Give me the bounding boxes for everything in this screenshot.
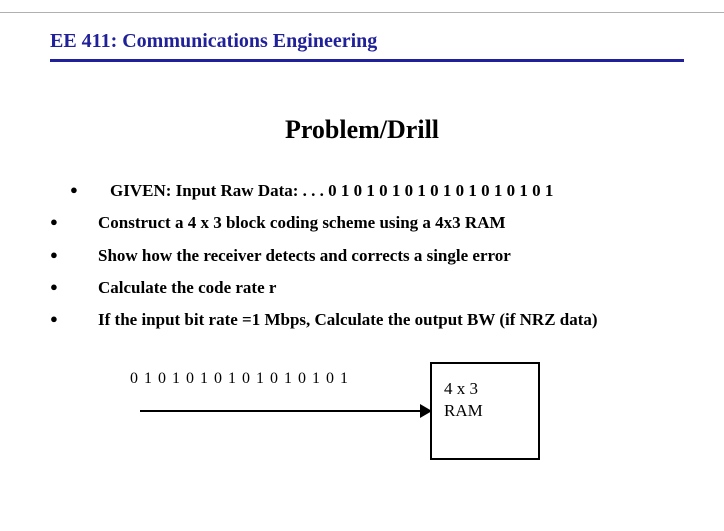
arrow-line [140, 410, 425, 412]
bullet-item: GIVEN: Input Raw Data: . . . 0 1 0 1 0 1… [50, 175, 684, 207]
diagram: 0 1 0 1 0 1 0 1 0 1 0 1 0 1 0 1 4 x 3 RA… [130, 370, 600, 490]
header: EE 411: Communications Engineering [50, 30, 684, 62]
bullet-item: Construct a 4 x 3 block coding scheme us… [50, 207, 684, 239]
bullet-item: Show how the receiver detects and correc… [50, 240, 684, 272]
bullet-item: Calculate the code rate r [50, 272, 684, 304]
top-divider [0, 12, 724, 13]
ram-box: 4 x 3 RAM [430, 362, 540, 460]
title-underline [50, 59, 684, 62]
page-title: Problem/Drill [0, 115, 724, 145]
input-bitstream: 0 1 0 1 0 1 0 1 0 1 0 1 0 1 0 1 [130, 370, 349, 388]
bullet-list: GIVEN: Input Raw Data: . . . 0 1 0 1 0 1… [50, 175, 684, 336]
course-title: EE 411: Communications Engineering [50, 30, 684, 59]
bullet-item: If the input bit rate =1 Mbps, Calculate… [50, 304, 684, 336]
ram-box-line2: RAM [444, 400, 526, 422]
ram-box-line1: 4 x 3 [444, 378, 526, 400]
